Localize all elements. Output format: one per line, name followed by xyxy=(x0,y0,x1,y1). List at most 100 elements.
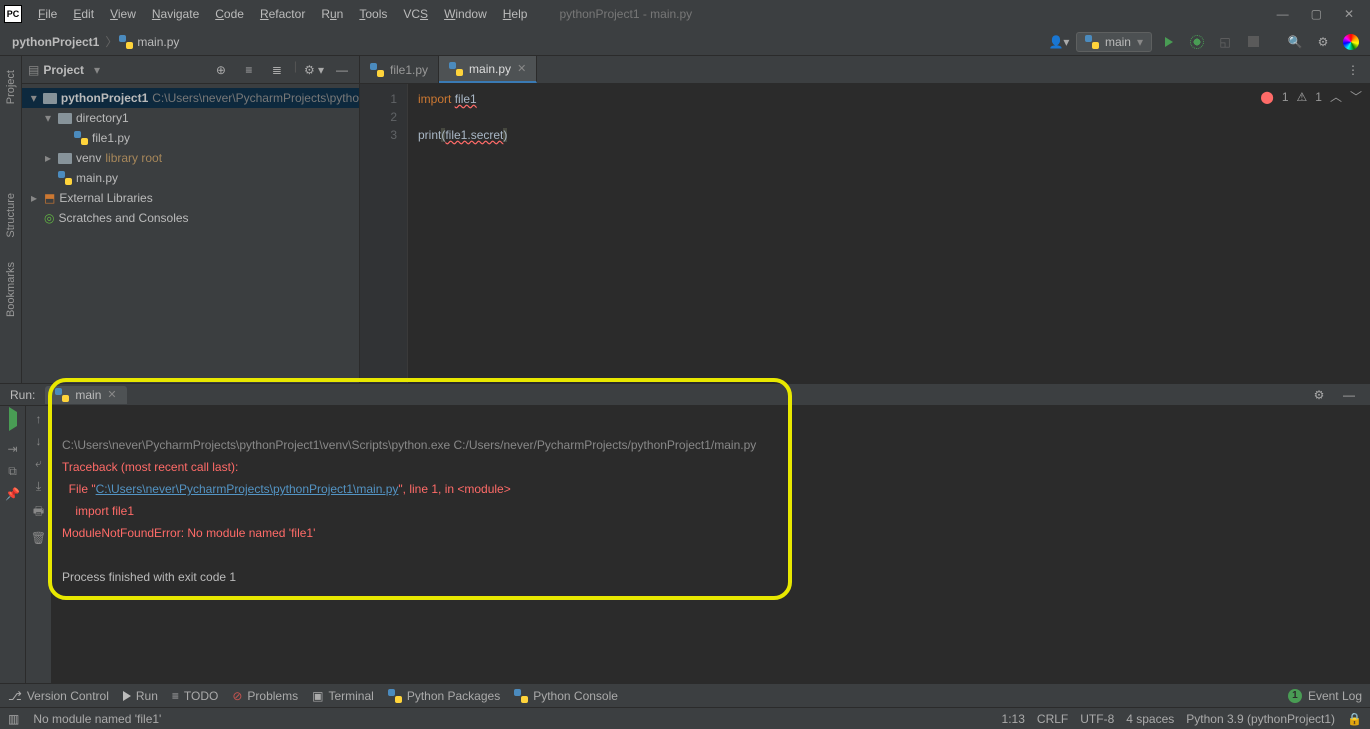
down-icon[interactable]: ↓ xyxy=(36,434,42,448)
close-icon[interactable]: ✕ xyxy=(1344,7,1354,21)
chevron-down-icon[interactable]: ▾ xyxy=(94,63,100,77)
status-tool-windows-icon[interactable]: ▥ xyxy=(8,712,19,726)
app-badge: PC xyxy=(4,5,22,23)
code-editor[interactable]: 1 2 3 import file1 print(file1.secret) ⬤… xyxy=(360,84,1370,383)
tab-main[interactable]: main.py ✕ xyxy=(439,56,537,83)
layout-icon[interactable]: ⧉ xyxy=(8,464,17,479)
lock-icon[interactable]: 🔒 xyxy=(1347,712,1362,726)
run-tab-main[interactable]: main ✕ xyxy=(45,386,126,404)
python-file-icon xyxy=(74,131,88,145)
run-settings-icon[interactable]: ⚙ xyxy=(1308,384,1330,406)
pin-icon[interactable]: 📌 xyxy=(5,487,20,501)
menu-code[interactable]: Code xyxy=(207,7,252,21)
tab-close-icon[interactable]: ✕ xyxy=(107,388,116,401)
debug-button[interactable] xyxy=(1186,31,1208,53)
rail-bookmarks[interactable]: Bookmarks xyxy=(5,256,17,323)
tool-python-console[interactable]: Python Console xyxy=(514,689,618,703)
add-user-icon[interactable]: 👤▾ xyxy=(1048,31,1070,53)
select-opened-file-icon[interactable]: ⊕ xyxy=(210,59,232,81)
menu-refactor[interactable]: Refactor xyxy=(252,7,313,21)
chevron-down-icon: ▾ xyxy=(1137,35,1143,49)
tool-terminal[interactable]: ▣Terminal xyxy=(312,689,374,703)
tree-root[interactable]: ▾ pythonProject1 C:\Users\never\PycharmP… xyxy=(22,88,359,108)
warning-icon: ⚠ xyxy=(1297,90,1308,104)
breadcrumb-file[interactable]: main.py xyxy=(133,35,183,49)
status-indent[interactable]: 4 spaces xyxy=(1126,712,1174,726)
expand-all-icon[interactable]: ≡ xyxy=(238,59,260,81)
collapse-all-icon[interactable]: ≣ xyxy=(266,59,288,81)
tree-venv[interactable]: ▸ venv library root xyxy=(22,148,359,168)
tool-todo[interactable]: ≡TODO xyxy=(172,689,218,703)
panel-settings-icon[interactable]: ⚙ ▾ xyxy=(303,59,325,81)
status-line-ending[interactable]: CRLF xyxy=(1037,712,1068,726)
menu-view[interactable]: View xyxy=(102,7,144,21)
console-line: ModuleNotFoundError: No module named 'fi… xyxy=(62,526,315,540)
tree-external-libraries[interactable]: ▸⬒ External Libraries xyxy=(22,188,359,208)
breadcrumb-root[interactable]: pythonProject1 xyxy=(8,35,103,49)
project-tree[interactable]: ▾ pythonProject1 C:\Users\never\PycharmP… xyxy=(22,84,359,232)
menu-window[interactable]: Window xyxy=(436,7,495,21)
menu-help[interactable]: Help xyxy=(495,7,536,21)
menu-navigate[interactable]: Navigate xyxy=(144,7,207,21)
tab-close-icon[interactable]: ✕ xyxy=(517,62,526,75)
hide-panel-icon[interactable]: ― xyxy=(331,59,353,81)
scratches-icon: ◎ xyxy=(44,211,54,225)
menu-tools[interactable]: Tools xyxy=(351,7,395,21)
run-tab-label: main xyxy=(75,388,101,402)
tool-problems[interactable]: ⊘Problems xyxy=(232,689,298,703)
code-with-me-icon[interactable] xyxy=(1340,31,1362,53)
left-rail: Project Structure Bookmarks xyxy=(0,56,22,383)
tab-file1[interactable]: file1.py xyxy=(360,56,439,83)
python-file-icon xyxy=(449,62,463,76)
up-icon[interactable]: ↑ xyxy=(36,412,42,426)
tool-event-log[interactable]: Event Log xyxy=(1308,689,1362,703)
inspection-widget[interactable]: ⬤1 ⚠1 ︿ ﹀ xyxy=(1260,88,1362,105)
menu-file[interactable]: File xyxy=(30,7,65,21)
code-expr: file1.secret xyxy=(445,128,503,142)
chevron-up-icon[interactable]: ︿ xyxy=(1330,88,1342,105)
rerun-icon[interactable] xyxy=(9,412,17,426)
coverage-button[interactable]: ◱ xyxy=(1214,31,1236,53)
chevron-right-icon: 〉 xyxy=(103,33,119,50)
terminal-icon: ▣ xyxy=(312,689,323,703)
chevron-down-icon[interactable]: ﹀ xyxy=(1350,88,1362,105)
status-interpreter[interactable]: Python 3.9 (pythonProject1) xyxy=(1186,712,1335,726)
status-encoding[interactable]: UTF-8 xyxy=(1080,712,1114,726)
tree-file1[interactable]: file1.py xyxy=(22,128,359,148)
rail-project[interactable]: Project xyxy=(5,64,17,110)
soft-wrap-icon[interactable]: ⤶ xyxy=(35,456,42,471)
print-icon[interactable]: 🖶 xyxy=(33,502,44,523)
stop-button[interactable] xyxy=(1242,31,1264,53)
clear-icon[interactable]: 🗑 xyxy=(31,531,46,545)
editor-area: file1.py main.py ✕ ⋮ 1 2 3 import file1 … xyxy=(360,56,1370,383)
python-icon xyxy=(388,689,402,703)
rail-structure[interactable]: Structure xyxy=(5,187,17,244)
settings-icon[interactable]: ⚙ xyxy=(1312,31,1334,53)
tool-run[interactable]: Run xyxy=(123,689,158,703)
run-config-selector[interactable]: main ▾ xyxy=(1076,32,1152,52)
run-button[interactable] xyxy=(1158,31,1180,53)
status-caret-position[interactable]: 1:13 xyxy=(1002,712,1025,726)
tree-main[interactable]: main.py xyxy=(22,168,359,188)
resume-icon[interactable]: ⇥ xyxy=(7,442,17,456)
console-output[interactable]: C:\Users\never\PycharmProjects\pythonPro… xyxy=(52,406,1370,683)
titlebar: PC File Edit View Navigate Code Refactor… xyxy=(0,0,1370,28)
search-icon[interactable]: 🔍 xyxy=(1284,31,1306,53)
tree-scratches[interactable]: ◎ Scratches and Consoles xyxy=(22,208,359,228)
tool-python-packages[interactable]: Python Packages xyxy=(388,689,500,703)
hide-run-panel-icon[interactable]: ― xyxy=(1338,384,1360,406)
minimize-icon[interactable]: ― xyxy=(1277,7,1289,21)
tool-version-control[interactable]: ⎇Version Control xyxy=(8,689,109,703)
scroll-end-icon[interactable]: ⤓ xyxy=(36,479,41,494)
console-link[interactable]: C:\Users\never\PycharmProjects\pythonPro… xyxy=(96,482,399,496)
line-number: 1 xyxy=(360,90,397,108)
menu-edit[interactable]: Edit xyxy=(65,7,102,21)
tree-label: Scratches and Consoles xyxy=(58,211,188,225)
maximize-icon[interactable]: ▢ xyxy=(1311,7,1322,21)
menu-vcs[interactable]: VCS xyxy=(395,7,436,21)
tab-menu-icon[interactable]: ⋮ xyxy=(1342,59,1364,81)
tree-directory1[interactable]: ▾ directory1 xyxy=(22,108,359,128)
error-count: 1 xyxy=(1282,90,1289,104)
menu-run[interactable]: Run xyxy=(313,7,351,21)
python-file-icon xyxy=(119,35,133,49)
